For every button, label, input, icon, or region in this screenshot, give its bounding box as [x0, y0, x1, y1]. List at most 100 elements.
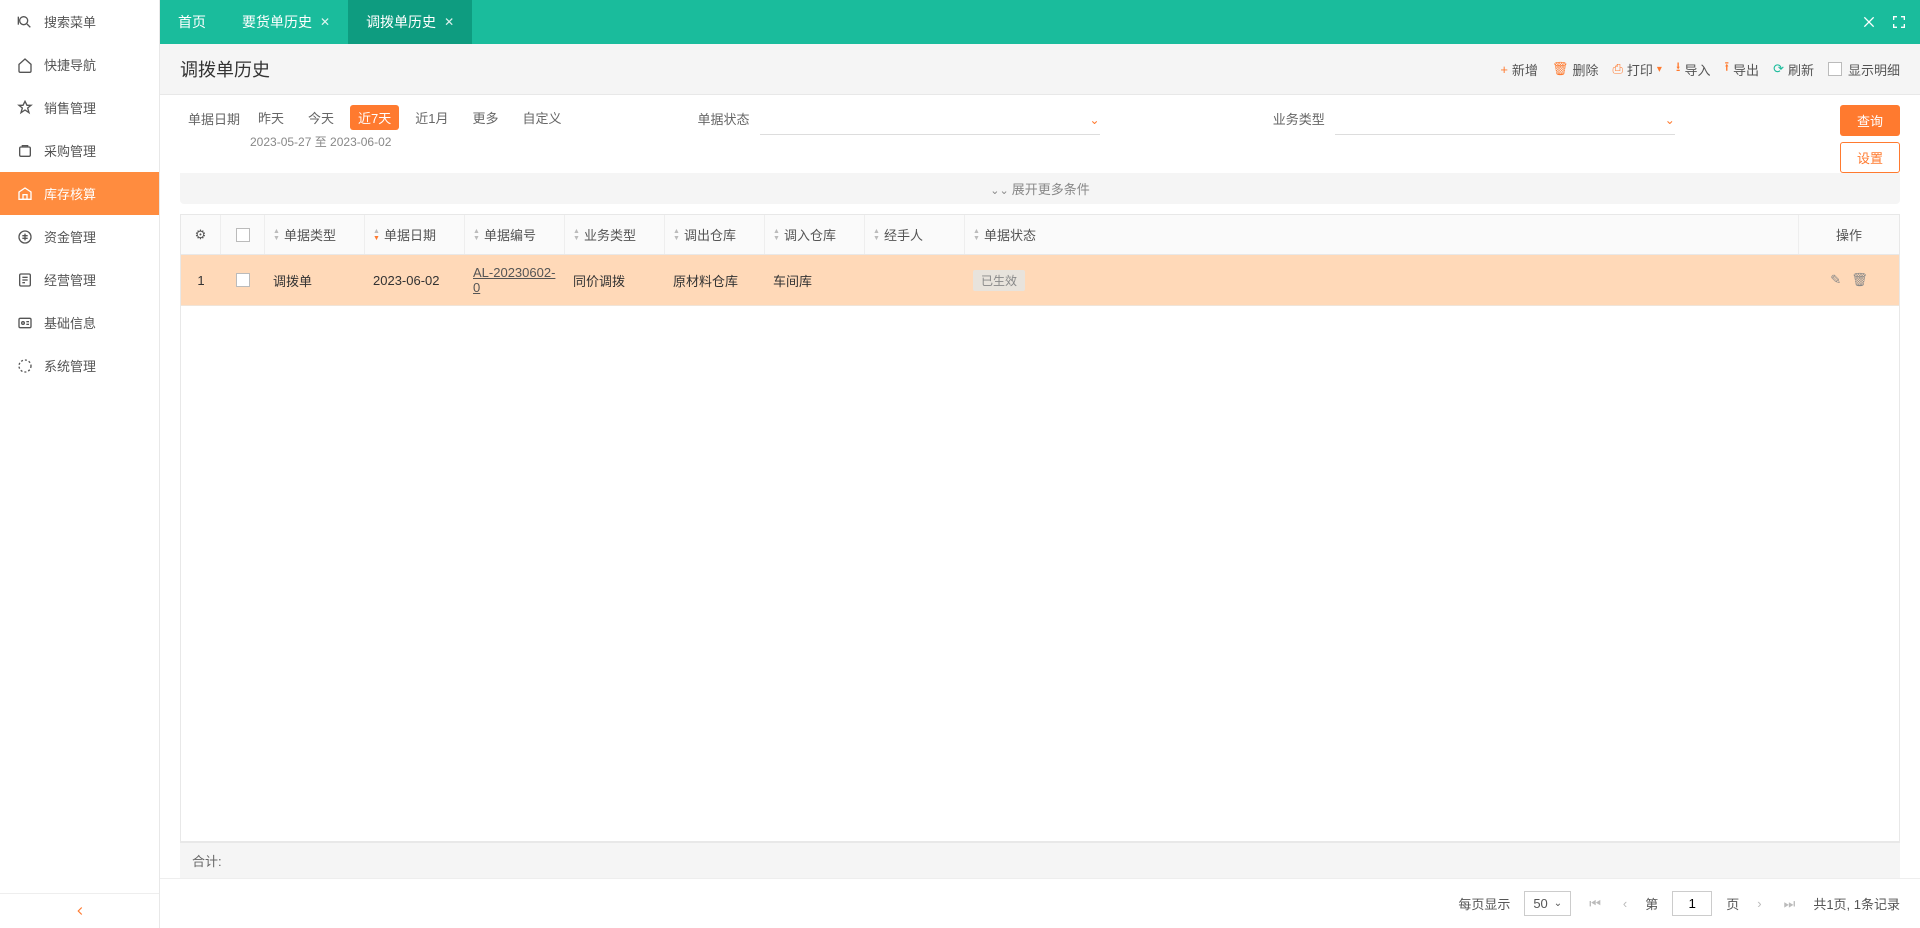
- chevron-left-icon: [71, 902, 89, 920]
- import-button[interactable]: ⭳导入: [1676, 58, 1711, 80]
- sidebar-item-label: 快捷导航: [44, 55, 96, 74]
- sidebar-collapse[interactable]: [0, 894, 159, 928]
- plus-icon: +: [1500, 62, 1508, 77]
- date-tab-custom[interactable]: 自定义: [515, 105, 570, 130]
- tab-request-history[interactable]: 要货单历史 ✕: [224, 0, 348, 44]
- report-icon: [16, 271, 34, 289]
- close-icon[interactable]: ✕: [320, 15, 330, 29]
- filter-actions: 查询 设置: [1840, 105, 1900, 173]
- per-page-select[interactable]: 50 ⌄: [1524, 891, 1571, 916]
- date-tab-more[interactable]: 更多: [465, 105, 507, 130]
- sidebar-item-system[interactable]: 系统管理: [0, 344, 159, 387]
- column-out[interactable]: ▲▼调出仓库: [665, 215, 765, 254]
- sidebar-item-label: 采购管理: [44, 141, 96, 160]
- pager-input[interactable]: [1672, 891, 1712, 916]
- fullscreen-icon[interactable]: [1890, 13, 1908, 31]
- sidebar-item-business[interactable]: 经营管理: [0, 258, 159, 301]
- table-header: ⚙ ▲▼单据类型 ▲▼单据日期 ▲▼单据编号 ▲▼业务类型 ▲▼调出仓库 ▲▼调…: [181, 215, 1899, 255]
- table-row[interactable]: 1 调拨单 2023-06-02 AL-20230602-0 同价调拨 原材料仓…: [181, 255, 1899, 306]
- trash-icon: 🗑: [1552, 61, 1569, 77]
- sidebar-item-baseinfo[interactable]: 基础信息: [0, 301, 159, 344]
- date-tab-yesterday[interactable]: 昨天: [250, 105, 292, 130]
- sidebar-bottom: [0, 893, 159, 928]
- purchase-icon: [16, 142, 34, 160]
- tabs-actions: [1848, 0, 1920, 44]
- delete-button[interactable]: 🗑删除: [1552, 60, 1599, 79]
- column-settings[interactable]: ⚙: [181, 215, 221, 254]
- column-biz[interactable]: ▲▼业务类型: [565, 215, 665, 254]
- biz-select[interactable]: ⌄: [1335, 105, 1675, 135]
- date-tabs: 昨天 今天 近7天 近1月 更多 自定义: [250, 105, 570, 130]
- pager-prev[interactable]: ‹: [1619, 896, 1631, 911]
- cell-out: 原材料仓库: [665, 255, 765, 305]
- date-tab-7days[interactable]: 近7天: [350, 105, 399, 130]
- refresh-icon: ⟳: [1773, 61, 1784, 77]
- sidebar-item-search[interactable]: 搜索菜单: [0, 0, 159, 43]
- column-handler[interactable]: ▲▼经手人: [865, 215, 965, 254]
- close-all-icon[interactable]: [1860, 13, 1878, 31]
- tab-label: 首页: [178, 12, 206, 32]
- status-select[interactable]: ⌄: [760, 105, 1100, 135]
- settings-button[interactable]: 设置: [1840, 142, 1900, 173]
- sort-icon: ▲▼: [673, 228, 680, 242]
- column-in[interactable]: ▲▼调入仓库: [765, 215, 865, 254]
- tab-label: 调拨单历史: [366, 12, 436, 32]
- filter-date: 单据日期 昨天 今天 近7天 近1月 更多 自定义 2023-05-27 至 2…: [180, 105, 570, 150]
- table-body: 1 调拨单 2023-06-02 AL-20230602-0 同价调拨 原材料仓…: [181, 255, 1899, 841]
- column-no[interactable]: ▲▼单据编号: [465, 215, 565, 254]
- column-checkbox-all[interactable]: [221, 215, 265, 254]
- filter-biz-label: 业务类型: [1265, 105, 1325, 128]
- sidebar-item-sales[interactable]: 销售管理: [0, 86, 159, 129]
- status-badge: 已生效: [973, 270, 1025, 291]
- sidebar-item-label: 系统管理: [44, 356, 96, 375]
- column-op: 操作: [1799, 215, 1899, 254]
- row-checkbox[interactable]: [221, 255, 265, 305]
- sidebar-item-funds[interactable]: 资金管理: [0, 215, 159, 258]
- refresh-button[interactable]: ⟳刷新: [1773, 60, 1814, 79]
- tab-label: 要货单历史: [242, 12, 312, 32]
- sort-icon: ▲▼: [573, 228, 580, 242]
- cell-handler: [865, 255, 965, 305]
- date-tab-1month[interactable]: 近1月: [407, 105, 456, 130]
- tab-home[interactable]: 首页: [160, 0, 224, 44]
- cell-in: 车间库: [765, 255, 865, 305]
- pager-first[interactable]: ⏮: [1585, 896, 1605, 912]
- sort-icon: ▲▼: [473, 228, 480, 242]
- print-icon: ⎙: [1612, 61, 1622, 77]
- print-button[interactable]: ⎙打印▾: [1612, 60, 1661, 79]
- delete-icon[interactable]: 🗑: [1851, 272, 1868, 288]
- column-date[interactable]: ▲▼单据日期: [365, 215, 465, 254]
- filter-bar: 单据日期 昨天 今天 近7天 近1月 更多 自定义 2023-05-27 至 2…: [160, 95, 1920, 173]
- sidebar-item-label: 搜索菜单: [44, 12, 96, 31]
- sidebar-item-quicknav[interactable]: 快捷导航: [0, 43, 159, 86]
- sidebar-item-purchase[interactable]: 采购管理: [0, 129, 159, 172]
- add-button[interactable]: +新增: [1500, 60, 1538, 79]
- query-button[interactable]: 查询: [1840, 105, 1900, 136]
- export-button[interactable]: ⭱导出: [1724, 58, 1759, 80]
- tab-transfer-history[interactable]: 调拨单历史 ✕: [348, 0, 472, 44]
- cell-no-link[interactable]: AL-20230602-0: [465, 255, 565, 305]
- pager-suffix: 页: [1726, 894, 1739, 913]
- show-detail-checkbox[interactable]: 显示明细: [1828, 60, 1900, 79]
- column-type[interactable]: ▲▼单据类型: [265, 215, 365, 254]
- page-header: 调拨单历史 +新增 🗑删除 ⎙打印▾ ⭳导入 ⭱导出 ⟳刷新 显示明细: [160, 44, 1920, 95]
- edit-icon[interactable]: ✎: [1830, 272, 1841, 288]
- pager: 每页显示 50 ⌄ ⏮ ‹ 第 页 › ⏭ 共1页, 1条记录: [160, 878, 1920, 928]
- column-status[interactable]: ▲▼单据状态: [965, 215, 1799, 254]
- tabs-bar: 首页 要货单历史 ✕ 调拨单历史 ✕: [160, 0, 1920, 44]
- sidebar-item-label: 销售管理: [44, 98, 96, 117]
- filter-status: 单据状态 ⌄: [690, 105, 1245, 135]
- close-icon[interactable]: ✕: [444, 15, 454, 29]
- sort-icon: ▲▼: [873, 228, 880, 242]
- sidebar-item-label: 经营管理: [44, 270, 96, 289]
- date-tab-today[interactable]: 今天: [300, 105, 342, 130]
- cell-type: 调拨单: [265, 255, 365, 305]
- chevron-down-icon: ⌄: [1665, 113, 1675, 127]
- filter-status-label: 单据状态: [690, 105, 750, 128]
- sidebar-item-inventory[interactable]: 库存核算: [0, 172, 159, 215]
- export-icon: ⭱: [1724, 58, 1729, 80]
- pager-next[interactable]: ›: [1753, 896, 1765, 911]
- expand-conditions[interactable]: ⌄⌄ 展开更多条件: [180, 173, 1900, 204]
- pager-last[interactable]: ⏭: [1780, 896, 1800, 912]
- pager-prefix: 第: [1645, 894, 1658, 913]
